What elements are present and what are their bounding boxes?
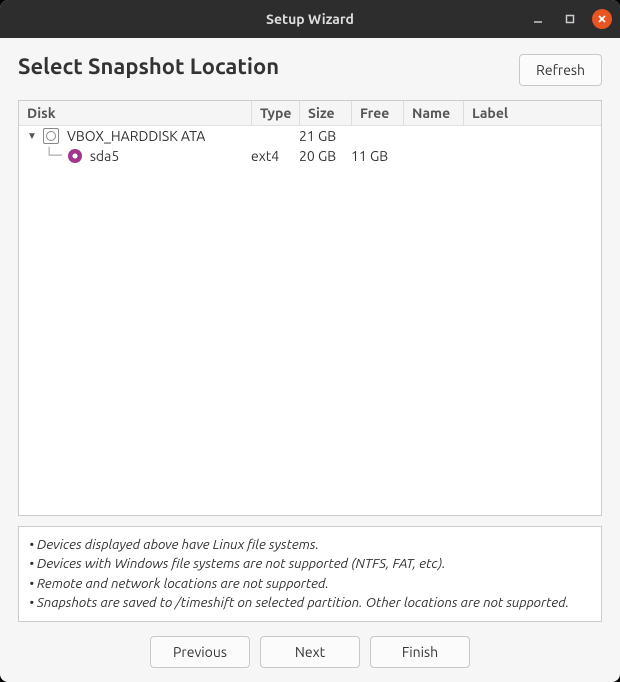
note-line: • Devices with Windows file systems are … xyxy=(29,554,591,574)
content-area: Select Snapshot Location Refresh Disk Ty… xyxy=(0,38,620,682)
next-button[interactable]: Next xyxy=(260,636,360,668)
disk-label: sda5 xyxy=(90,148,119,164)
partition-row[interactable]: └─ sda5 ext420 GB11 GB xyxy=(19,146,601,166)
disk-cell: ▼ VBOX_HARDDISK ATA xyxy=(19,128,251,144)
disk-label: VBOX_HARDDISK ATA xyxy=(67,128,205,144)
refresh-button[interactable]: Refresh xyxy=(519,54,602,86)
disk-cell: └─ sda5 xyxy=(19,148,251,164)
header-row: Select Snapshot Location Refresh xyxy=(18,54,602,86)
wizard-buttons: Previous Next Finish xyxy=(18,636,602,668)
col-type[interactable]: Type xyxy=(251,101,299,125)
col-name[interactable]: Name xyxy=(403,101,463,125)
notes-panel: • Devices displayed above have Linux fil… xyxy=(18,526,602,622)
col-disk[interactable]: Disk xyxy=(19,101,251,125)
col-label[interactable]: Label xyxy=(463,101,601,125)
note-line: • Devices displayed above have Linux fil… xyxy=(29,535,591,555)
minimize-button[interactable] xyxy=(528,9,548,29)
type-cell: ext4 xyxy=(251,148,299,164)
disk-row[interactable]: ▼ VBOX_HARDDISK ATA 21 GB xyxy=(19,126,601,146)
close-button[interactable] xyxy=(592,9,612,29)
note-line: • Snapshots are saved to /timeshift on s… xyxy=(29,593,591,613)
tree-branch-icon: └─ xyxy=(45,148,62,164)
previous-button[interactable]: Previous xyxy=(150,636,250,668)
col-free[interactable]: Free xyxy=(351,101,403,125)
size-cell: 21 GB xyxy=(299,128,351,144)
tree-header[interactable]: Disk Type Size Free Name Label xyxy=(19,101,601,126)
partition-icon xyxy=(68,149,82,163)
size-cell: 20 GB xyxy=(299,148,351,164)
col-size[interactable]: Size xyxy=(299,101,351,125)
tree-body[interactable]: ▼ VBOX_HARDDISK ATA 21 GB └─ sda5 ext420 GB11… xyxy=(19,126,601,515)
maximize-button[interactable] xyxy=(560,9,580,29)
finish-button[interactable]: Finish xyxy=(370,636,470,668)
free-cell: 11 GB xyxy=(351,148,403,164)
harddisk-icon xyxy=(43,128,59,144)
titlebar[interactable]: Setup Wizard xyxy=(0,0,620,38)
page-title: Select Snapshot Location xyxy=(18,54,279,79)
note-line: • Remote and network locations are not s… xyxy=(29,574,591,594)
disk-tree: Disk Type Size Free Name Label ▼ VBOX_HAR… xyxy=(18,100,602,516)
setup-wizard-window: Setup Wizard Select Snapshot Location Re… xyxy=(0,0,620,682)
window-title: Setup Wizard xyxy=(266,11,354,27)
window-controls xyxy=(528,9,612,29)
expander-icon[interactable]: ▼ xyxy=(27,130,39,142)
